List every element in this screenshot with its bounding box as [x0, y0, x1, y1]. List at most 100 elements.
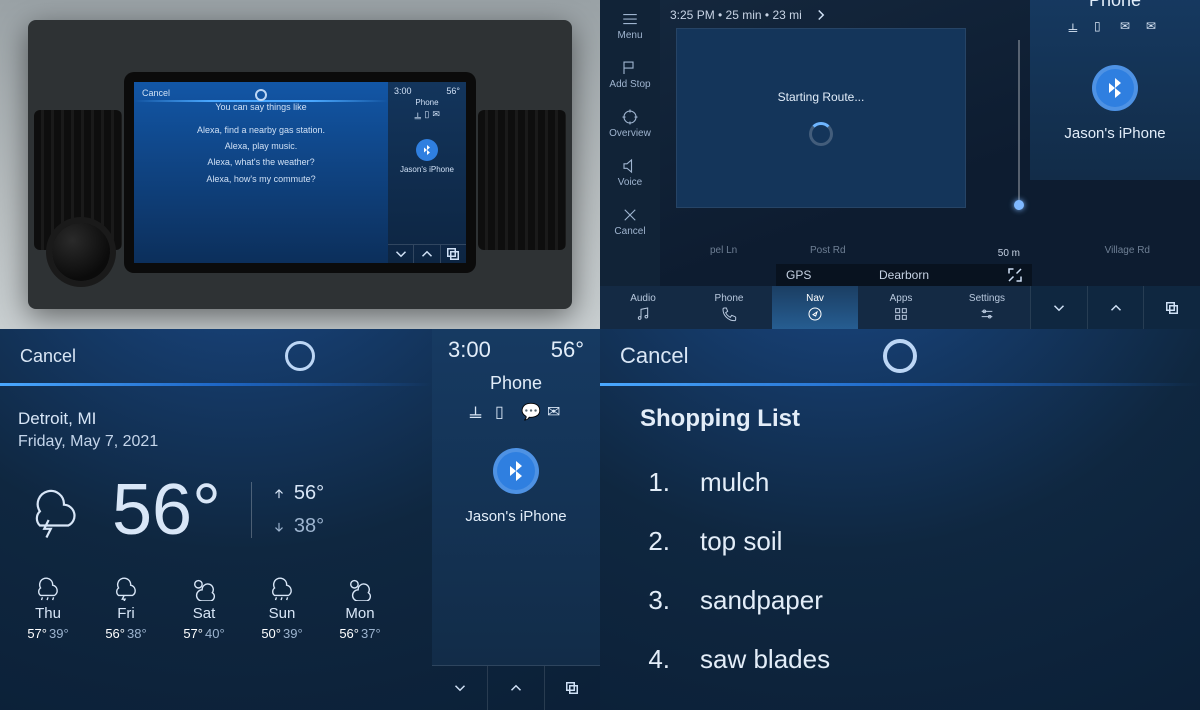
sliders-icon [979, 306, 995, 322]
multitask-icon [1163, 299, 1181, 317]
chevron-up-button[interactable] [1087, 286, 1144, 329]
multitask-button[interactable] [544, 666, 600, 710]
close-icon [621, 206, 639, 224]
zoom-slider-track[interactable] [1018, 40, 1020, 210]
signal-bars-icon: 𝍦 [414, 109, 421, 125]
status-icons: 𝍦 ▯ ✉ ✉ [1068, 19, 1162, 35]
phone-side-panel: Phone 𝍦 ▯ ✉ ✉ Jason's iPhone [1030, 0, 1200, 180]
voice-button[interactable]: Voice [600, 151, 660, 194]
signal-bars-icon: 𝍦 [469, 402, 485, 418]
add-stop-button[interactable]: Add Stop [600, 53, 660, 96]
control-knob[interactable] [52, 223, 110, 281]
thunderstorm-icon [18, 478, 88, 543]
suggestion-item: Alexa, what's the weather? [142, 154, 380, 170]
forecast-row: Thu57°39° Fri56°38° Sat57°40° Sun50°39° … [18, 575, 414, 641]
item-text: saw blades [700, 644, 830, 675]
expand-icon[interactable] [1006, 266, 1024, 284]
arrow-up-icon [272, 487, 286, 501]
location-bar: GPS Dearborn [776, 264, 1032, 286]
device-name: Jason's iPhone [465, 508, 566, 525]
cancel-button[interactable]: Cancel [620, 343, 688, 369]
forecast-day: Thu57°39° [18, 575, 78, 641]
chevron-down-button[interactable] [1030, 286, 1087, 329]
tab-apps[interactable]: Apps [858, 286, 944, 329]
air-vent-right [478, 110, 566, 250]
mini-screen: Cancel You can say things like Alexa, fi… [134, 82, 466, 263]
phone-side-panel: 3:00 56° Phone 𝍦 ▯ 💬 ✉ Jason's iPhone [432, 329, 600, 666]
map-scale: 50 m [998, 248, 1020, 259]
nav-side-menu: Menu Add Stop Overview Voice Cancel [600, 0, 660, 286]
compass-icon [807, 306, 823, 322]
hamburger-icon [621, 10, 639, 28]
mail-icon: ✉ [547, 402, 563, 418]
chevron-down-icon [1050, 299, 1068, 317]
status-icons: 𝍦 ▯ ✉ [414, 109, 440, 125]
mini-phone-panel: 3:00 56° Phone 𝍦 ▯ ✉ Jason's iPhone [388, 82, 466, 263]
clock: 3:00 [448, 337, 491, 363]
alexa-ring-icon [883, 339, 917, 373]
mini-nav-buttons [388, 244, 466, 263]
tab-nav[interactable]: Nav [772, 286, 858, 329]
phone-label: Phone [490, 373, 542, 394]
low-temp: 38° [294, 515, 324, 538]
navigation-panel: Menu Add Stop Overview Voice Cancel pel … [600, 0, 1200, 329]
message-icon: ✉ [432, 109, 440, 125]
zoom-slider-handle[interactable] [1014, 200, 1024, 210]
chevron-down-icon [392, 245, 410, 263]
list-item: 1.mulch [640, 467, 1160, 498]
location-text: Detroit, MI [18, 409, 414, 429]
chevron-down-button[interactable] [432, 666, 487, 710]
device-name: Jason's iPhone [400, 165, 454, 174]
menu-button[interactable]: Menu [600, 4, 660, 47]
chevron-down-button[interactable] [388, 245, 413, 263]
item-number: 2. [640, 526, 670, 557]
forecast-day: Sun50°39° [252, 575, 312, 641]
panel-nav-buttons [1030, 286, 1200, 329]
overview-icon [621, 108, 639, 126]
date-text: Friday, May 7, 2021 [18, 433, 414, 451]
bluetooth-badge [416, 139, 438, 161]
multitask-button[interactable] [1143, 286, 1200, 329]
cancel-button[interactable]: Cancel [20, 346, 76, 367]
weather-body: Detroit, MI Friday, May 7, 2021 56° 56° … [0, 399, 432, 710]
tab-settings[interactable]: Settings [944, 286, 1030, 329]
bluetooth-icon [421, 144, 433, 156]
cancel-nav-button[interactable]: Cancel [600, 200, 660, 243]
list-body: Shopping List 1.mulch 2. top soil 3.sandp… [600, 393, 1200, 710]
grid-icon [893, 306, 909, 322]
list-title: Shopping List [640, 405, 1160, 433]
chevron-up-icon [507, 679, 525, 697]
app-tabs: Audio Phone Nav Apps Settings [600, 286, 1030, 329]
tab-phone[interactable]: Phone [686, 286, 772, 329]
suggestion-item: Alexa, play music. [142, 138, 380, 154]
chevron-up-button[interactable] [413, 245, 439, 263]
list-item: 3.sandpaper [640, 585, 1160, 616]
multitask-icon [444, 245, 462, 263]
road-label: pel Ln [710, 245, 737, 256]
alexa-indicator-line [600, 383, 1200, 386]
rain-icon [267, 575, 297, 601]
chevron-up-button[interactable] [487, 666, 543, 710]
tab-audio[interactable]: Audio [600, 286, 686, 329]
add-stop-icon [621, 59, 639, 77]
item-text: top soil [700, 526, 782, 557]
weather-panel: Cancel Detroit, MI Friday, May 7, 2021 5… [0, 329, 600, 710]
road-label: Village Rd [1105, 245, 1150, 256]
status-icons: 𝍦 ▯ 💬 ✉ [469, 402, 563, 418]
chevron-right-icon[interactable] [812, 6, 830, 24]
multitask-button[interactable] [440, 245, 466, 263]
temp-readout: 56° [446, 86, 460, 96]
gps-label: GPS [786, 268, 811, 282]
dash-frame: Cancel You can say things like Alexa, fi… [28, 20, 572, 309]
cancel-button[interactable]: Cancel [142, 88, 170, 98]
overview-button[interactable]: Overview [600, 102, 660, 145]
partly-cloudy-icon [345, 575, 375, 601]
item-number: 3. [640, 585, 670, 616]
mail-icon: ✉ [1146, 19, 1162, 35]
battery-icon: ▯ [1094, 19, 1110, 35]
temp-readout: 56° [551, 337, 584, 363]
battery-icon: ▯ [495, 402, 511, 418]
alexa-ring-icon [255, 89, 267, 101]
starting-route-modal: Starting Route... [676, 28, 966, 208]
modal-text: Starting Route... [778, 90, 865, 104]
